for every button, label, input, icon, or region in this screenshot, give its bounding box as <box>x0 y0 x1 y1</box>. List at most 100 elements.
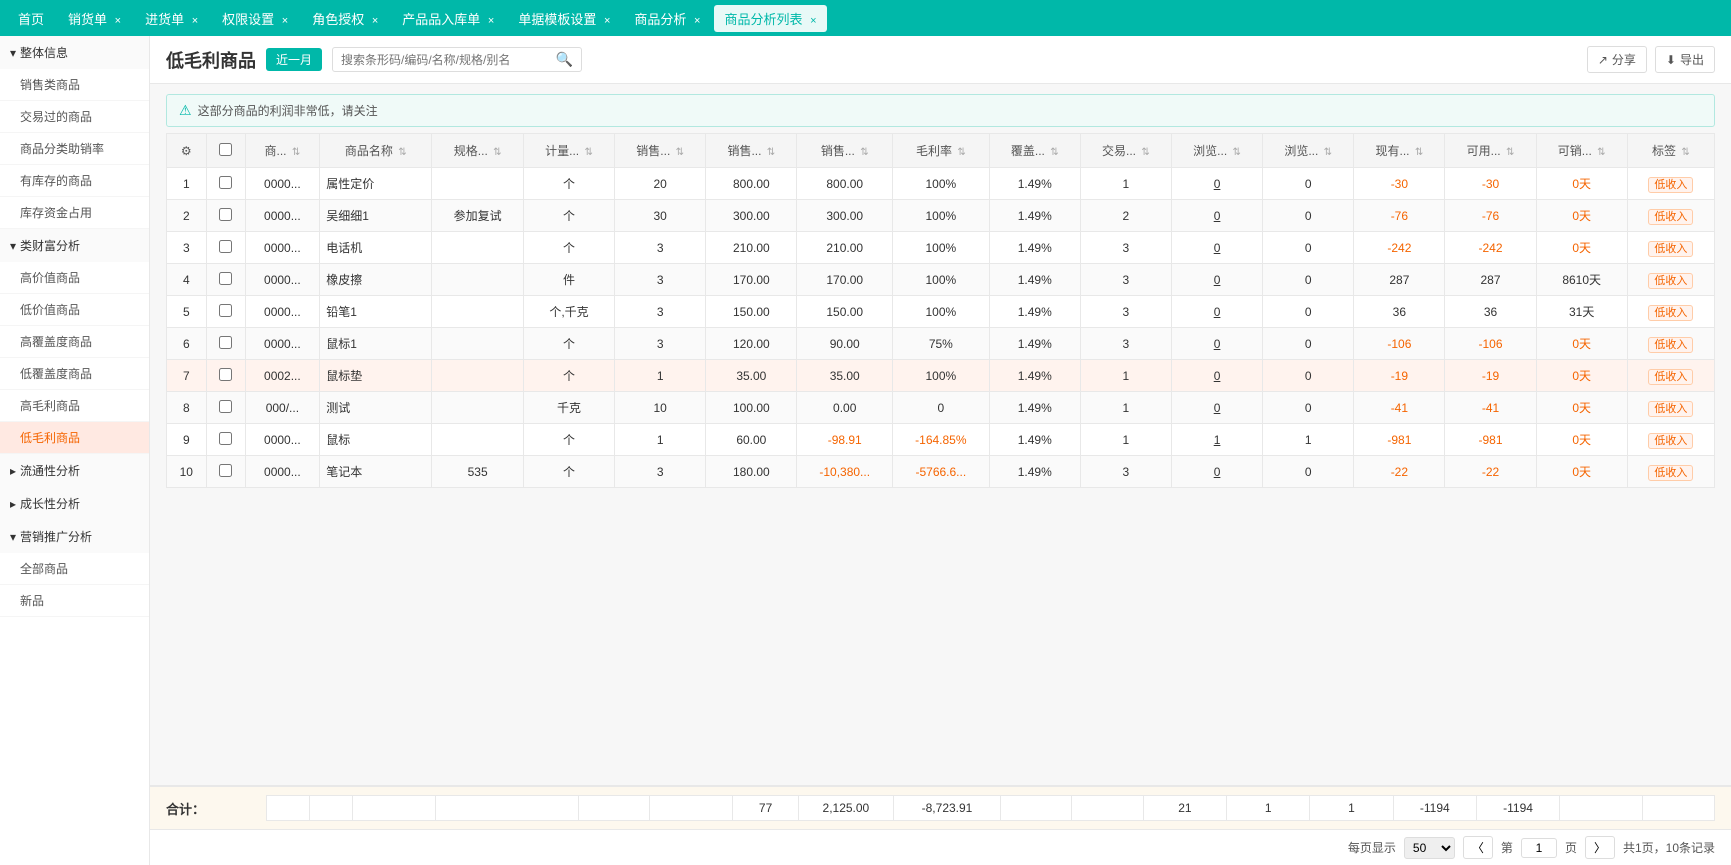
col-settings[interactable]: ⚙ <box>167 134 207 168</box>
row-spec <box>432 424 524 456</box>
nav-item-product-entry[interactable]: 产品品入库单 × <box>392 5 504 32</box>
row-browse2: 0 <box>1263 264 1354 296</box>
row-code: 0000... <box>245 264 320 296</box>
col-checkbox[interactable] <box>206 134 245 168</box>
row-checkbox[interactable] <box>206 456 245 488</box>
close-icon[interactable]: × <box>372 15 378 27</box>
row-browse1[interactable]: 1 <box>1171 424 1262 456</box>
row-browse1[interactable]: 0 <box>1171 328 1262 360</box>
row-name: 吴细细1 <box>320 200 432 232</box>
col-gross-rate[interactable]: 毛利率 ⇅ <box>893 134 990 168</box>
row-browse1[interactable]: 0 <box>1171 168 1262 200</box>
per-page-select[interactable]: 50 20 100 <box>1404 837 1455 859</box>
row-unit: 个 <box>523 424 614 456</box>
row-current: 287 <box>1354 264 1445 296</box>
row-sale-qty: 3 <box>615 296 706 328</box>
row-browse1[interactable]: 0 <box>1171 296 1262 328</box>
row-spec <box>432 264 524 296</box>
col-unit[interactable]: 计量... ⇅ <box>523 134 614 168</box>
sidebar-item-low-value[interactable]: 低价值商品 <box>0 294 149 326</box>
sidebar-group-overall[interactable]: ▾ 整体信息 <box>0 36 149 69</box>
row-checkbox[interactable] <box>206 200 245 232</box>
close-icon[interactable]: × <box>488 15 494 27</box>
row-saleable: 0天 <box>1536 232 1627 264</box>
close-icon[interactable]: × <box>282 15 288 27</box>
prev-page-button[interactable]: 〈 <box>1463 836 1493 859</box>
search-icon[interactable]: 🔍 <box>556 51 573 68</box>
nav-item-home[interactable]: 首页 <box>8 5 54 32</box>
col-tag[interactable]: 标签 ⇅ <box>1627 134 1714 168</box>
sidebar-group-wealth[interactable]: ▾ 类财富分析 <box>0 229 149 262</box>
select-all-checkbox[interactable] <box>219 143 232 156</box>
col-spec[interactable]: 规格... ⇅ <box>432 134 524 168</box>
col-name[interactable]: 商品名称 ⇅ <box>320 134 432 168</box>
sidebar-item-low-margin[interactable]: 低毛利商品 <box>0 422 149 454</box>
row-browse1[interactable]: 0 <box>1171 392 1262 424</box>
sidebar-item-new-goods[interactable]: 新品 <box>0 585 149 617</box>
close-icon[interactable]: × <box>192 15 198 27</box>
row-checkbox[interactable] <box>206 168 245 200</box>
sidebar-item-high-coverage[interactable]: 高覆盖度商品 <box>0 326 149 358</box>
nav-item-role-auth[interactable]: 角色授权 × <box>302 5 388 32</box>
sidebar-item-stocked-goods[interactable]: 有库存的商品 <box>0 165 149 197</box>
row-sale-amount: 0.00 <box>797 392 893 424</box>
close-icon[interactable]: × <box>604 15 610 27</box>
nav-item-permissions[interactable]: 权限设置 × <box>212 5 298 32</box>
sidebar-item-sales-goods[interactable]: 销售类商品 <box>0 69 149 101</box>
row-browse1[interactable]: 0 <box>1171 232 1262 264</box>
col-sale-qty[interactable]: 销售... ⇅ <box>615 134 706 168</box>
nav-item-goods-analysis[interactable]: 商品分析 × <box>624 5 710 32</box>
row-transaction: 3 <box>1080 456 1171 488</box>
col-code[interactable]: 商... ⇅ <box>245 134 320 168</box>
col-current[interactable]: 现有... ⇅ <box>1354 134 1445 168</box>
col-sale-price[interactable]: 销售... ⇅ <box>706 134 797 168</box>
row-browse1[interactable]: 0 <box>1171 200 1262 232</box>
sidebar-item-high-margin[interactable]: 高毛利商品 <box>0 390 149 422</box>
chevron-down-icon: ▾ <box>10 239 16 253</box>
nav-item-purchase[interactable]: 进货单 × <box>135 5 208 32</box>
sidebar-item-low-coverage[interactable]: 低覆盖度商品 <box>0 358 149 390</box>
search-input[interactable] <box>341 53 556 67</box>
row-saleable: 0天 <box>1536 392 1627 424</box>
next-page-button[interactable]: 〉 <box>1585 836 1615 859</box>
sidebar-item-high-value[interactable]: 高价值商品 <box>0 262 149 294</box>
row-cover-rate: 1.49% <box>989 168 1080 200</box>
col-transaction[interactable]: 交易... ⇅ <box>1080 134 1171 168</box>
row-checkbox[interactable] <box>206 360 245 392</box>
nav-item-sales[interactable]: 销货单 × <box>58 5 131 32</box>
col-browse1[interactable]: 浏览... ⇅ <box>1171 134 1262 168</box>
sidebar-group-growth[interactable]: ▸ 成长性分析 <box>0 487 149 520</box>
share-button[interactable]: ↗ 分享 <box>1587 46 1647 73</box>
col-sale-amount[interactable]: 销售... ⇅ <box>797 134 893 168</box>
row-current: -41 <box>1354 392 1445 424</box>
row-checkbox[interactable] <box>206 232 245 264</box>
close-icon[interactable]: × <box>810 15 816 27</box>
row-checkbox[interactable] <box>206 328 245 360</box>
row-checkbox[interactable] <box>206 296 245 328</box>
row-checkbox[interactable] <box>206 264 245 296</box>
sidebar-group-circulation[interactable]: ▸ 流通性分析 <box>0 454 149 487</box>
col-cover-rate[interactable]: 覆盖... ⇅ <box>989 134 1080 168</box>
col-available[interactable]: 可用... ⇅ <box>1445 134 1536 168</box>
sidebar-item-all-goods[interactable]: 全部商品 <box>0 553 149 585</box>
row-browse1[interactable]: 0 <box>1171 360 1262 392</box>
nav-item-template[interactable]: 单据模板设置 × <box>508 5 620 32</box>
col-browse2[interactable]: 浏览... ⇅ <box>1263 134 1354 168</box>
sidebar-item-traded-goods[interactable]: 交易过的商品 <box>0 101 149 133</box>
col-saleable[interactable]: 可销... ⇅ <box>1536 134 1627 168</box>
close-icon[interactable]: × <box>694 15 700 27</box>
close-icon[interactable]: × <box>115 15 121 27</box>
export-button[interactable]: ⬇ 导出 <box>1655 46 1715 73</box>
sidebar-item-capital[interactable]: 库存资金占用 <box>0 197 149 229</box>
row-sale-price: 210.00 <box>706 232 797 264</box>
row-checkbox[interactable] <box>206 424 245 456</box>
sidebar-group-marketing[interactable]: ▾ 营销推广分析 <box>0 520 149 553</box>
row-browse1[interactable]: 0 <box>1171 456 1262 488</box>
page-number-input[interactable] <box>1521 838 1557 858</box>
time-filter-button[interactable]: 近一月 <box>266 48 322 71</box>
row-browse1[interactable]: 0 <box>1171 264 1262 296</box>
row-checkbox[interactable] <box>206 392 245 424</box>
sidebar-item-category-rate[interactable]: 商品分类助销率 <box>0 133 149 165</box>
nav-item-goods-list[interactable]: 商品分析列表 × <box>714 5 826 32</box>
footer-current: -1194 <box>1393 796 1476 821</box>
